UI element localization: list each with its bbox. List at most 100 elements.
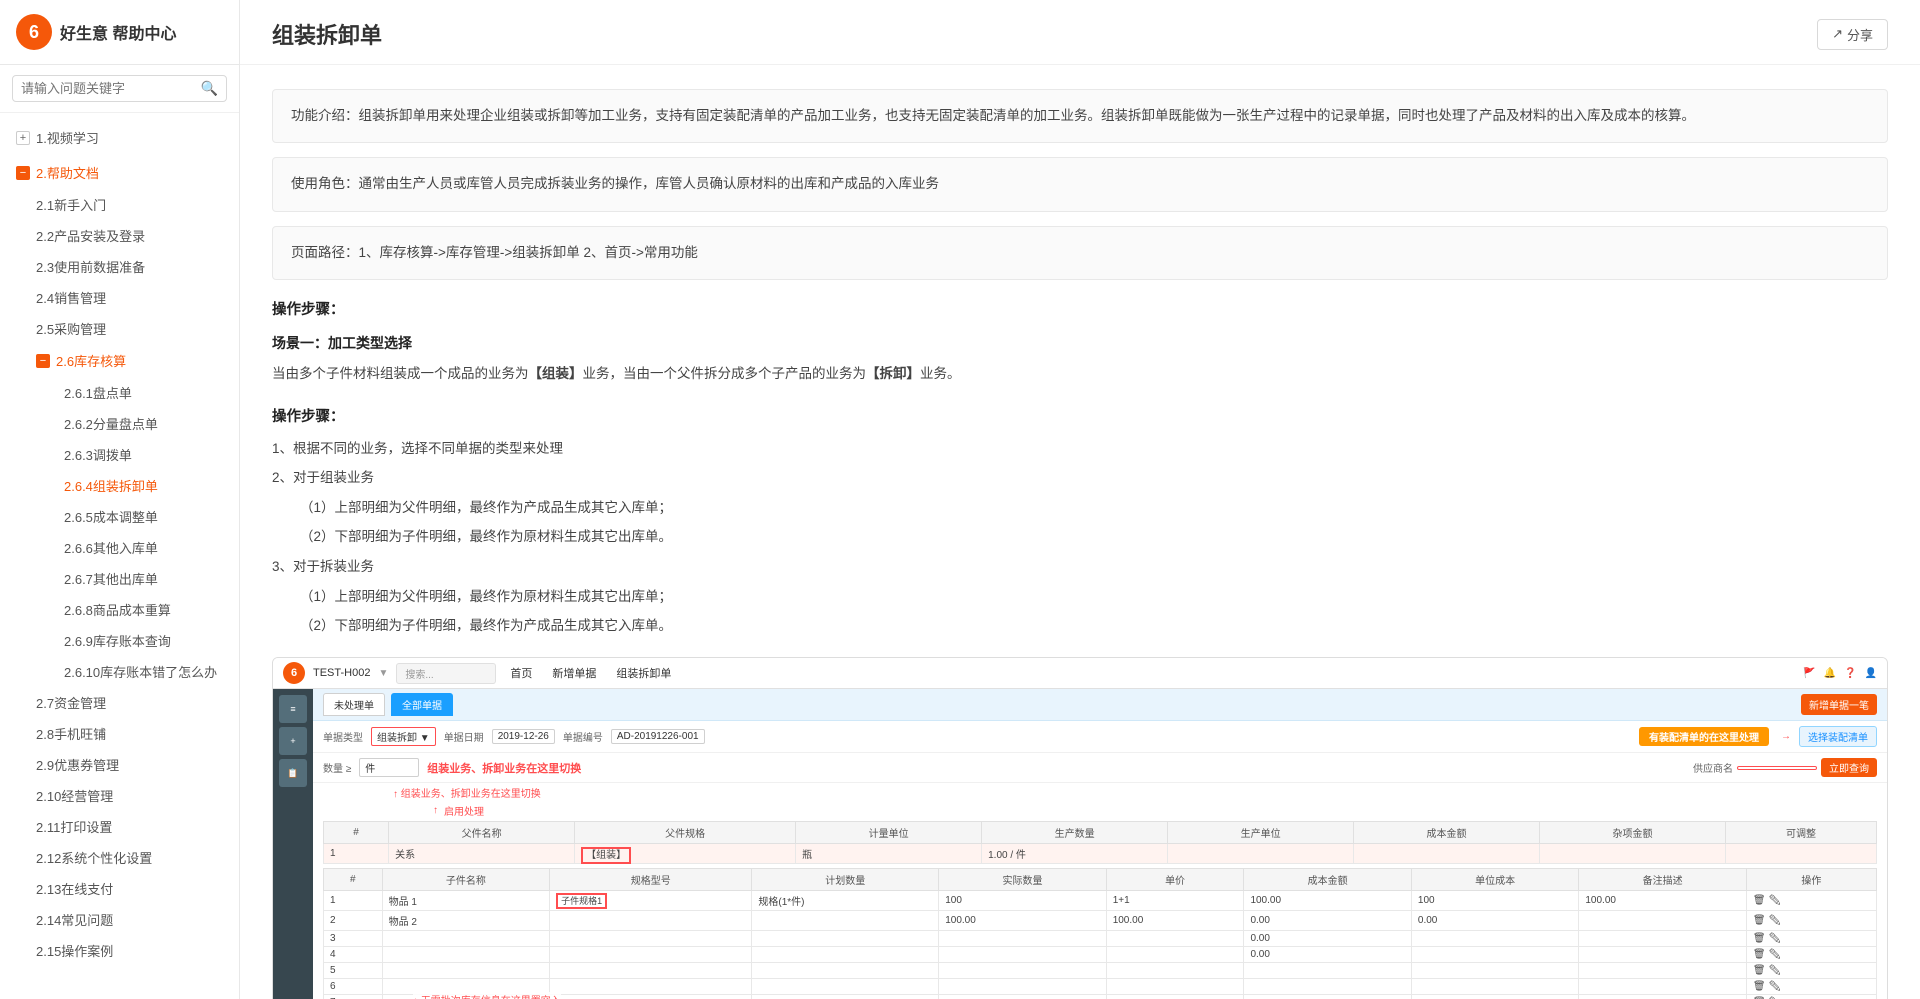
sidebar-item-inventory[interactable]: − 2.6库存核算 (36, 344, 239, 377)
app-nav-item-home[interactable]: 首页 (504, 663, 538, 683)
sidebar-item-help-docs[interactable]: − 2.帮助文档 (0, 156, 239, 189)
query-button[interactable]: 立即查询 (1821, 758, 1877, 777)
step-2b: （2）下部明细为子件明细，最终作为原材料生成其它出库单。 (272, 524, 1888, 550)
sidebar-item-print[interactable]: 2.11打印设置 (36, 811, 239, 842)
arrow-icon-1: → (1781, 731, 1791, 742)
collapse-icon-inventory: − (36, 354, 50, 368)
app-icon-group: 🚩 🔔 ❓ 👤 (1803, 668, 1877, 679)
sidebar-item-inventory-265[interactable]: 2.6.5成本调整单 (52, 501, 239, 532)
form-tab-all[interactable]: 全部单据 (391, 693, 453, 716)
annotation-label-3: ↑ 组装业务、拆卸业务在这里切换 (313, 783, 1887, 800)
step-2: 2、对于组装业务 (272, 465, 1888, 491)
sidebar-item-inventory-268[interactable]: 2.6.8商品成本重算 (52, 594, 239, 625)
col-hash: # (324, 822, 389, 844)
sidebar-item-mobile[interactable]: 2.8手机旺铺 (36, 718, 239, 749)
sidebar-icon-2: + (279, 727, 307, 755)
nav-section-docs: − 2.帮助文档 2.1新手入门 2.2产品安装及登录 2.3使用前数据准备 2… (0, 156, 239, 966)
operation-title: 操作步骤： (272, 298, 1888, 319)
bottom-table-area: ↑ 无需批次库存信息在这里置空入 # 子件名称 规格型号 计划数量 (313, 868, 1887, 999)
share-label: 分享 (1847, 25, 1873, 44)
table-row: 1 物品 1 子件规格1 规格(1*件) 100 1+1 100.00 100 (324, 891, 1877, 911)
sidebar-icon-1: ≡ (279, 695, 307, 723)
field-label-supplier: 供应商名 (1693, 760, 1733, 775)
sidebar-item-inventory-263[interactable]: 2.6.3调拨单 (52, 439, 239, 470)
form-fields-area: 单据类型 组装拆卸 ▼ 单据日期 2019-12-26 单据编号 AD-2019… (313, 721, 1887, 800)
annotation-area-4: ↑ 启用处理 (313, 800, 1887, 821)
sidebar-item-label: 2.帮助文档 (36, 163, 99, 182)
sidebar-item-new-user[interactable]: 2.1新手入门 (36, 189, 239, 220)
article-body: 功能介绍：组装拆卸单用来处理企业组装或拆卸等加工业务，支持有固定装配清单的产品加… (240, 65, 1920, 999)
step-1: 1、根据不同的业务，选择不同单据的类型来处理 (272, 436, 1888, 462)
intro-text-2: 使用角色：通常由生产人员或库管人员完成拆装业务的操作，库管人员确认原材料的出库和… (291, 176, 939, 191)
form-fields-row2: 数量 ≥ 件 组装业务、拆卸业务在这里切换 供应商名 立即查询 (313, 753, 1887, 783)
col-cost-amt: 成本金额 (1354, 822, 1540, 844)
app-search-box: 搜索... (396, 663, 496, 684)
sidebar-item-ops[interactable]: 2.10经营管理 (36, 780, 239, 811)
app-nav-item-current[interactable]: 组装拆卸单 (610, 663, 677, 683)
expand-icon: + (16, 131, 30, 145)
sidebar-item-install[interactable]: 2.2产品安装及登录 (36, 220, 239, 251)
sidebar-item-data-prep[interactable]: 2.3使用前数据准备 (36, 251, 239, 282)
field-value-qty[interactable]: 件 (359, 758, 419, 777)
logo-text: 好生意 帮助中心 (60, 20, 176, 44)
annotation-arrow-4: ↑ (433, 805, 438, 816)
new-record-button[interactable]: 新增单据一笔 (1801, 694, 1877, 715)
form-fields-row: 单据类型 组装拆卸 ▼ 单据日期 2019-12-26 单据编号 AD-2019… (313, 721, 1887, 753)
nav-section-video: + 1.视频学习 (0, 121, 239, 154)
share-button[interactable]: ↗ 分享 (1817, 19, 1888, 50)
annotation-text-3: 组装业务、拆卸业务在这里切换 (427, 760, 581, 776)
scenario1-desc: 当由多个子件材料组装成一个成品的业务为【组装】业务，当由一个父件拆分成多个子产品… (272, 361, 1888, 387)
sidebar-item-inventory-266[interactable]: 2.6.6其他入库单 (52, 532, 239, 563)
sidebar-item-inventory-262[interactable]: 2.6.2分量盘点单 (52, 408, 239, 439)
annotation-label-5: ↑ 无需批次库存信息在这里置空入 (413, 992, 561, 999)
col-adjustable: 可调整 (1726, 822, 1877, 844)
search-icon[interactable]: 🔍 (201, 80, 218, 97)
top-table: # 父件名称 父件规格 计量单位 生产数量 生产单位 成本金额 杂项金额 可调整 (323, 821, 1877, 864)
steps-title: 操作步骤： (272, 405, 1888, 426)
field-value-date[interactable]: 2019-12-26 (492, 729, 555, 744)
form-tab-unprocessed[interactable]: 未处理单 (323, 693, 385, 716)
table-row: 2 物品 2 100.00 100.00 0.00 0.00 (324, 911, 1877, 931)
sidebar-item-inventory-261[interactable]: 2.6.1盘点单 (52, 377, 239, 408)
search-input[interactable] (21, 81, 201, 96)
main-content: 组装拆卸单 ↗ 分享 功能介绍：组装拆卸单用来处理企业组装或拆卸等加工业务，支持… (240, 0, 1920, 999)
field-value-num[interactable]: AD-20191226-001 (611, 729, 705, 744)
top-table-area: # 父件名称 父件规格 计量单位 生产数量 生产单位 成本金额 杂项金额 可调整 (313, 821, 1887, 868)
field-value-supplier[interactable] (1737, 766, 1817, 770)
sidebar-item-inventory-264[interactable]: 2.6.4组装拆卸单 (52, 470, 239, 501)
main-header: 组装拆卸单 ↗ 分享 (240, 0, 1920, 65)
app-nav-item-new[interactable]: 新增单据 (546, 663, 602, 683)
sidebar-item-inventory-267[interactable]: 2.6.7其他出库单 (52, 563, 239, 594)
sidebar-item-inventory-2610[interactable]: 2.6.10库存账本错了怎么办 (52, 656, 239, 687)
sidebar-item-video-learning[interactable]: + 1.视频学习 (0, 121, 239, 154)
sidebar-item-coupon[interactable]: 2.9优惠券管理 (36, 749, 239, 780)
sidebar-item-purchase[interactable]: 2.5采购管理 (36, 313, 239, 344)
field-label-num: 单据编号 (563, 729, 603, 744)
field-label-date: 单据日期 (444, 729, 484, 744)
sidebar-item-finance[interactable]: 2.7资金管理 (36, 687, 239, 718)
sidebar-item-personalize[interactable]: 2.12系统个性化设置 (36, 842, 239, 873)
sidebar-item-label: 2.6库存核算 (56, 351, 126, 370)
steps-list: 1、根据不同的业务，选择不同单据的类型来处理 2、对于组装业务 （1）上部明细为… (272, 436, 1888, 639)
sidebar-item-sales[interactable]: 2.4销售管理 (36, 282, 239, 313)
sidebar: 6 好生意 帮助中心 🔍 + 1.视频学习 − 2.帮助文档 2.1新手入门 2… (0, 0, 240, 999)
field-value-type[interactable]: 组装拆卸 ▼ (371, 727, 436, 746)
select-config-btn[interactable]: 选择装配清单 (1799, 726, 1877, 747)
sidebar-item-faq[interactable]: 2.14常见问题 (36, 904, 239, 935)
sidebar-item-online-pay[interactable]: 2.13在线支付 (36, 873, 239, 904)
sidebar-icon-3: 📋 (279, 759, 307, 787)
step-2a: （1）上部明细为父件明细，最终作为产成品生成其它入库单； (272, 495, 1888, 521)
annotation-text-1: 有装配清单的在这里处理 (1639, 727, 1769, 746)
col-unit: 计量单位 (796, 822, 982, 844)
field-label-type: 单据类型 (323, 729, 363, 744)
app-icon-bell: 🔔 (1824, 668, 1836, 679)
field-label-qty: 数量 ≥ (323, 760, 351, 775)
sidebar-item-cases[interactable]: 2.15操作案例 (36, 935, 239, 966)
nav-sub-items-inventory: 2.6.1盘点单 2.6.2分量盘点单 2.6.3调拨单 2.6.4组装拆卸单 … (36, 377, 239, 687)
app-topbar: 6 TEST-H002 ▼ 搜索... 首页 新增单据 组装拆卸单 🚩 🔔 ❓ … (273, 658, 1887, 689)
share-icon: ↗ (1832, 26, 1843, 42)
col-prod-unit: 生产单位 (1168, 822, 1354, 844)
sidebar-logo: 6 好生意 帮助中心 (0, 0, 239, 65)
screenshot-inner: 6 TEST-H002 ▼ 搜索... 首页 新增单据 组装拆卸单 🚩 🔔 ❓ … (273, 658, 1887, 999)
sidebar-item-inventory-269[interactable]: 2.6.9库存账本查询 (52, 625, 239, 656)
